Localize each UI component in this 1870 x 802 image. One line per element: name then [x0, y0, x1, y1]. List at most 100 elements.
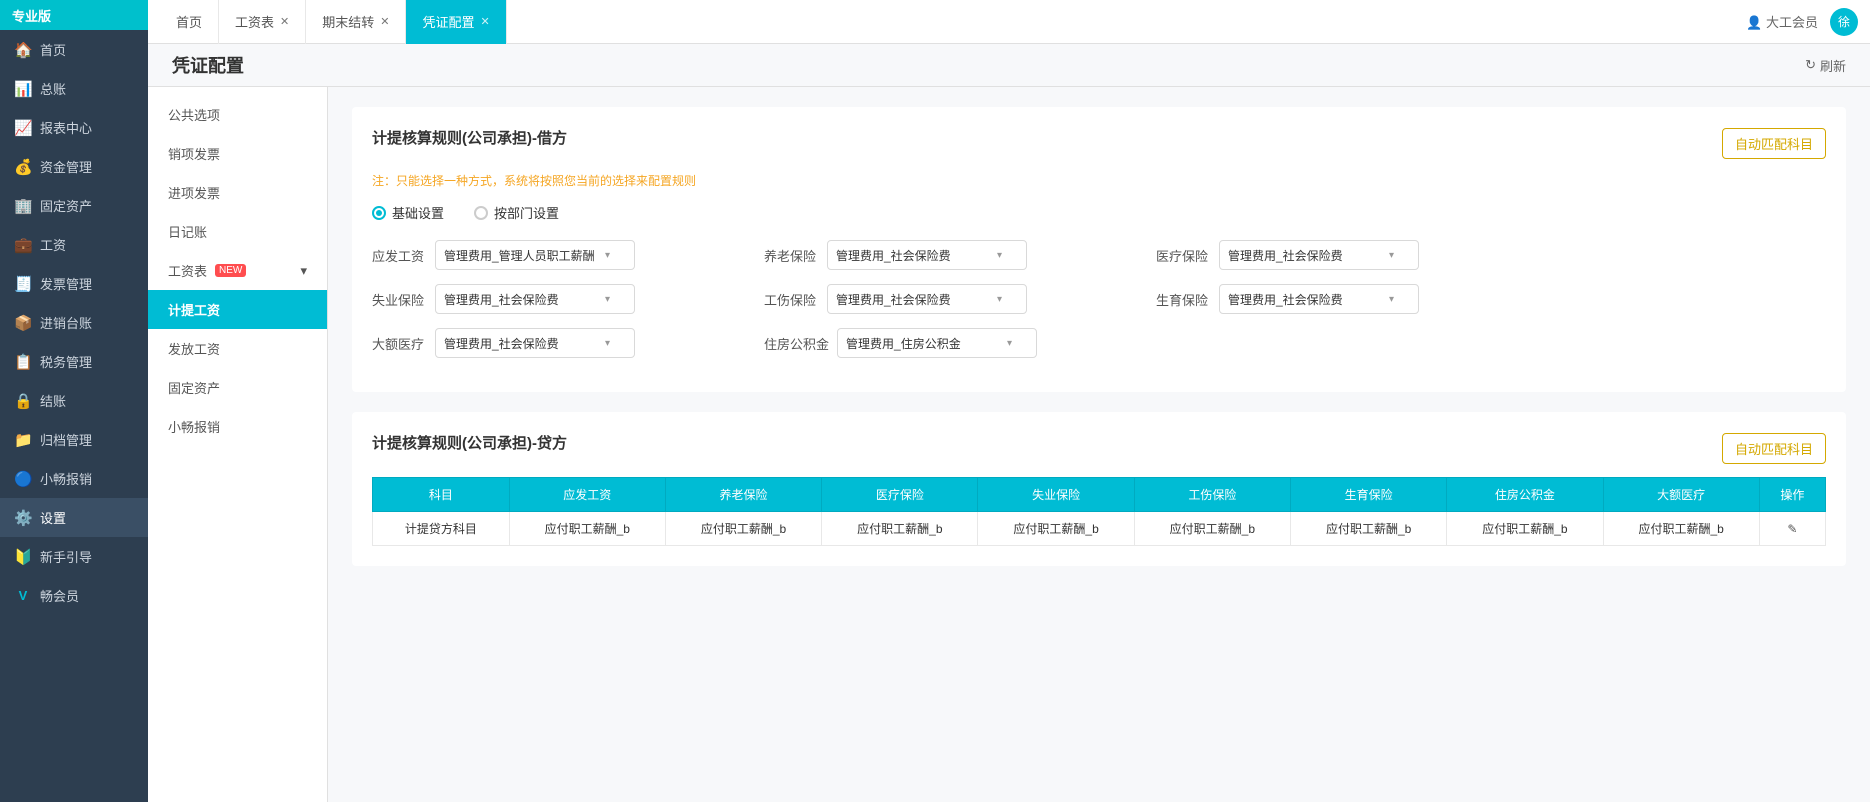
unemployment-select[interactable]: 管理费用_社会保险费 ▾ [435, 284, 635, 314]
left-nav-purchase-invoice[interactable]: 进项发票 [148, 173, 327, 212]
row-injury: 应付职工薪酬_b [1134, 512, 1290, 546]
left-nav-label: 小畅报销 [168, 417, 220, 436]
left-nav-mini-expense[interactable]: 小畅报销 [148, 407, 327, 446]
row-medical: 应付职工薪酬_b [822, 512, 978, 546]
top-bar-right: 👤 大工会员 徐 [1746, 8, 1858, 36]
sidebar-item-label: 发票管理 [40, 274, 92, 293]
tab-payroll-label: 工资表 [235, 12, 274, 31]
sidebar-item-payroll[interactable]: 💼 工资 [0, 225, 148, 264]
invoice-icon: 🧾 [14, 275, 32, 293]
sidebar-item-label: 小畅报销 [40, 469, 92, 488]
tab-period-close-icon[interactable]: ✕ [380, 15, 389, 28]
row-maternity: 应付职工薪酬_b [1290, 512, 1446, 546]
refresh-icon: ↻ [1805, 57, 1816, 73]
edit-icon[interactable]: ✎ [1787, 522, 1797, 536]
sidebar-item-report-center[interactable]: 📈 报表中心 [0, 108, 148, 147]
refresh-button[interactable]: ↻ 刷新 [1805, 56, 1846, 75]
sidebar-item-fixed-assets[interactable]: 🏢 固定资产 [0, 186, 148, 225]
tab-period-closing[interactable]: 期末结转 ✕ [306, 0, 406, 44]
tab-voucher-label: 凭证配置 [422, 12, 474, 31]
col-medical: 医疗保险 [822, 478, 978, 512]
page-header: 凭证配置 ↻ 刷新 [148, 44, 1870, 87]
major-medical-select-value: 管理费用_社会保险费 [444, 335, 559, 352]
debit-form-item-housing-fund: 住房公积金 管理费用_住房公积金 ▾ [764, 328, 1144, 358]
radio-basic-label: 基础设置 [392, 203, 444, 222]
sidebar-item-home[interactable]: 🏠 首页 [0, 30, 148, 69]
unemployment-select-value: 管理费用_社会保险费 [444, 291, 559, 308]
sidebar-item-label: 首页 [40, 40, 66, 59]
housing-fund-select[interactable]: 管理费用_住房公积金 ▾ [837, 328, 1037, 358]
left-nav-label: 销项发票 [168, 144, 220, 163]
sidebar-item-label: 资金管理 [40, 157, 92, 176]
debit-form-row-2: 失业保险 管理费用_社会保险费 ▾ 工伤保险 管理费用_社会保险费 ▾ [372, 284, 1826, 314]
unemployment-label: 失业保险 [372, 290, 427, 309]
assets-icon: 🏢 [14, 197, 32, 215]
housing-fund-label: 住房公积金 [764, 334, 829, 353]
row-action[interactable]: ✎ [1759, 512, 1825, 546]
sidebar-item-label: 新手引导 [40, 547, 92, 566]
row-subject: 计提贷方科目 [373, 512, 510, 546]
home-icon: 🏠 [14, 41, 32, 59]
sidebar-item-general-ledger[interactable]: 📊 总账 [0, 69, 148, 108]
left-nav-label: 固定资产 [168, 378, 220, 397]
page-title: 凭证配置 [172, 52, 244, 78]
credit-auto-match-button[interactable]: 自动匹配科目 [1722, 433, 1826, 464]
sidebar-item-label: 税务管理 [40, 352, 92, 371]
major-medical-select[interactable]: 管理费用_社会保险费 ▾ [435, 328, 635, 358]
sidebar-item-new-user-guide[interactable]: 🔰 新手引导 [0, 537, 148, 576]
tax-icon: 📋 [14, 353, 32, 371]
left-nav-disbursement-payroll[interactable]: 发放工资 [148, 329, 327, 368]
app-edition: 专业版 [0, 0, 148, 30]
left-nav-accrual-payroll[interactable]: 计提工资 [148, 290, 327, 329]
left-nav-fixed-assets[interactable]: 固定资产 [148, 368, 327, 407]
salary-select[interactable]: 管理费用_管理人员职工薪酬 ▾ [435, 240, 635, 270]
sidebar-item-archive-management[interactable]: 📁 归档管理 [0, 420, 148, 459]
salary-label: 应发工资 [372, 246, 427, 265]
pension-select[interactable]: 管理费用_社会保险费 ▾ [827, 240, 1027, 270]
sidebar-item-invoice-management[interactable]: 🧾 发票管理 [0, 264, 148, 303]
medical-select[interactable]: 管理费用_社会保险费 ▾ [1219, 240, 1419, 270]
row-pension: 应付职工薪酬_b [665, 512, 821, 546]
sidebar-item-settings[interactable]: ⚙️ 设置 [0, 498, 148, 537]
left-nav-journal[interactable]: 日记账 [148, 212, 327, 251]
left-nav-sales-invoice[interactable]: 销项发票 [148, 134, 327, 173]
pension-select-value: 管理费用_社会保险费 [836, 247, 951, 264]
expand-icon: ▾ [300, 263, 307, 279]
sidebar-item-member[interactable]: V 畅会员 [0, 576, 148, 615]
tab-payroll-close-icon[interactable]: ✕ [280, 15, 289, 28]
maternity-select[interactable]: 管理费用_社会保险费 ▾ [1219, 284, 1419, 314]
radio-basic-settings[interactable]: 基础设置 [372, 203, 444, 222]
tab-voucher-close-icon[interactable]: ✕ [481, 15, 490, 28]
sidebar-item-purchase-sales[interactable]: 📦 进销台账 [0, 303, 148, 342]
radio-department-settings[interactable]: 按部门设置 [474, 203, 559, 222]
chevron-down-icon: ▾ [605, 294, 610, 305]
tab-payroll-table[interactable]: 工资表 ✕ [219, 0, 306, 44]
sidebar-item-closing[interactable]: 🔒 结账 [0, 381, 148, 420]
credit-header-row: 计提核算规则(公司承担)-贷方 自动匹配科目 [372, 432, 1826, 465]
sidebar-item-mini-expense[interactable]: 🔵 小畅报销 [0, 459, 148, 498]
radio-dept-label: 按部门设置 [494, 203, 559, 222]
chevron-down-icon: ▾ [1007, 338, 1012, 349]
col-housing-fund: 住房公积金 [1447, 478, 1603, 512]
left-nav-label: 工资表 [168, 261, 207, 280]
col-unemployment: 失业保险 [978, 478, 1134, 512]
left-nav-label: 日记账 [168, 222, 207, 241]
fund-icon: 💰 [14, 158, 32, 176]
chevron-down-icon: ▾ [605, 338, 610, 349]
tab-home[interactable]: 首页 [160, 0, 219, 44]
left-nav-payroll-table[interactable]: 工资表 NEW ▾ [148, 251, 327, 290]
injury-select[interactable]: 管理费用_社会保险费 ▾ [827, 284, 1027, 314]
tab-voucher-config[interactable]: 凭证配置 ✕ [406, 0, 506, 44]
housing-fund-select-value: 管理费用_住房公积金 [846, 335, 961, 352]
guide-icon: 🔰 [14, 548, 32, 566]
ledger-icon: 📊 [14, 80, 32, 98]
new-badge: NEW [215, 264, 246, 277]
sidebar-item-fund-management[interactable]: 💰 资金管理 [0, 147, 148, 186]
sidebar-item-label: 结账 [40, 391, 66, 410]
debit-auto-match-button[interactable]: 自动匹配科目 [1722, 128, 1826, 159]
left-nav-public-options[interactable]: 公共选项 [148, 95, 327, 134]
credit-table: 科目 应发工资 养老保险 医疗保险 失业保险 工伤保险 生育保险 住房公积金 大… [372, 477, 1826, 546]
sidebar-item-label: 进销台账 [40, 313, 92, 332]
credit-section-title: 计提核算规则(公司承担)-贷方 [372, 432, 567, 453]
sidebar-item-tax-management[interactable]: 📋 税务管理 [0, 342, 148, 381]
